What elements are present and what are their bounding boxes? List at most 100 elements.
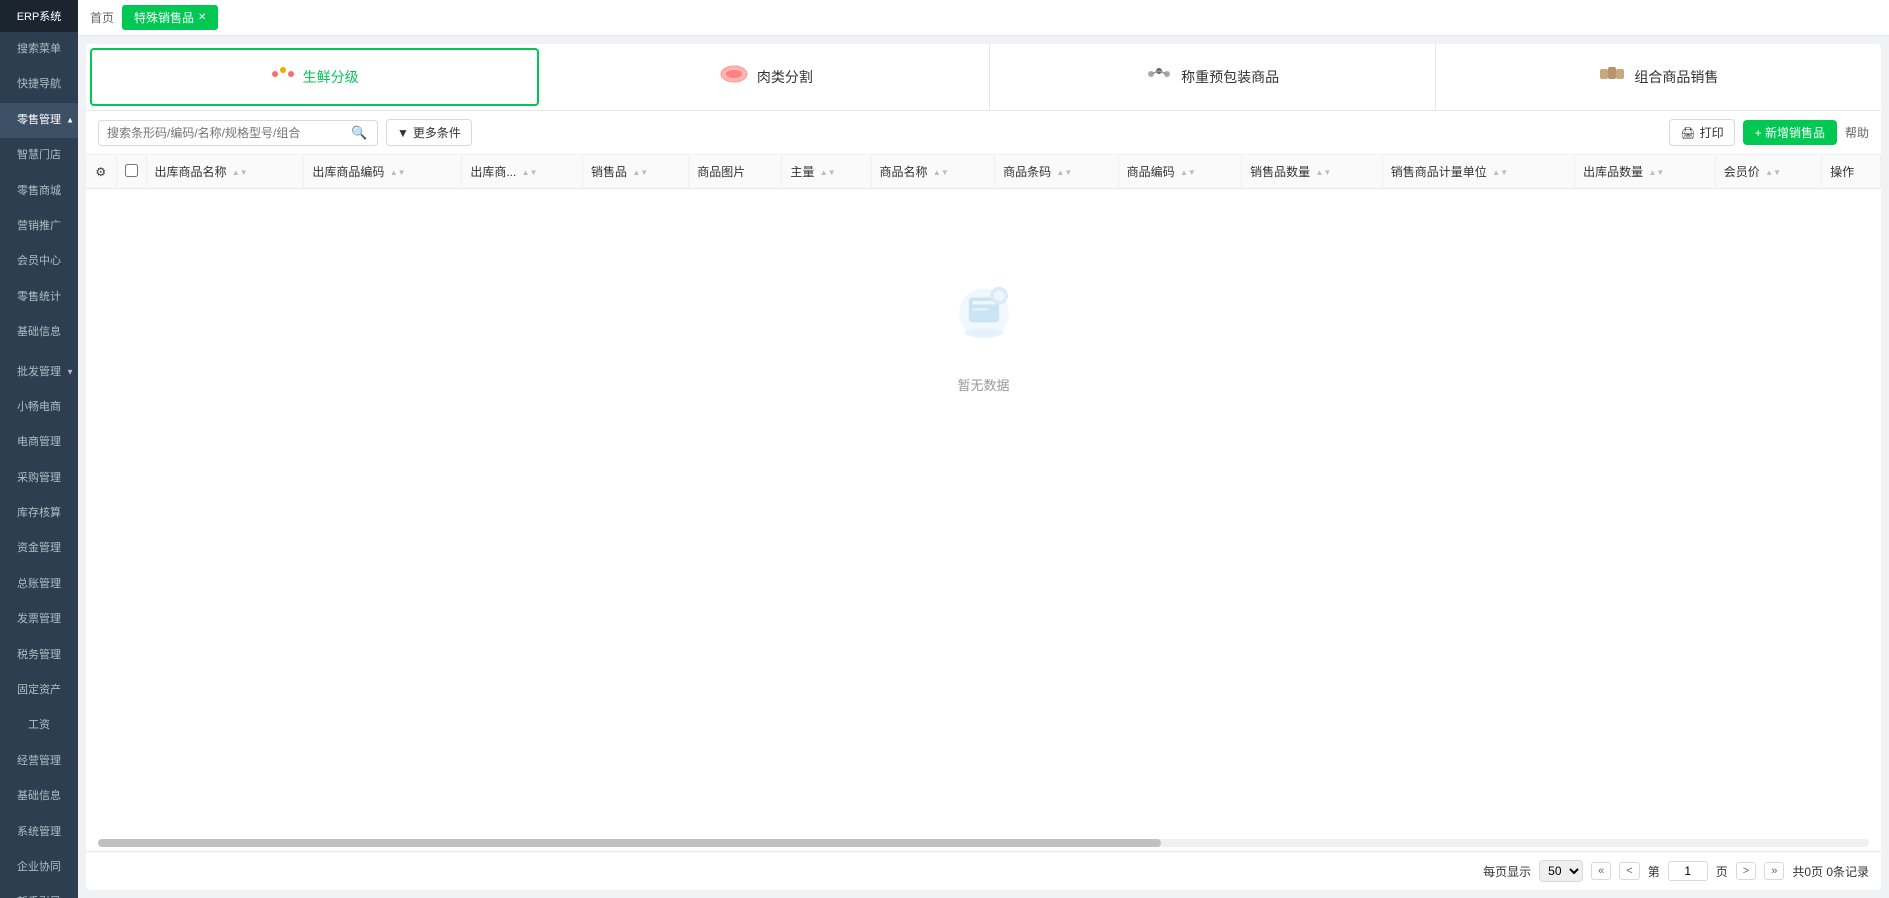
tab-combo-sale-label: 组合商品销售 [1634,67,1718,87]
search-box[interactable]: 🔍 [98,120,378,146]
th-sale-unit[interactable]: 销售商品计量单位 ▲▼ [1382,155,1574,189]
empty-state: 暂无数据 [86,189,1881,474]
close-tab-icon[interactable]: ✕ [198,12,206,23]
th-checkbox[interactable] [116,155,146,189]
sort-arrows-out-name: ▲▼ [232,169,248,177]
page-prefix: 第 [1648,863,1660,880]
topbar-home-link[interactable]: 首页 [90,9,114,26]
sort-arrows-out-code: ▲▼ [390,169,406,177]
meat-cut-icon [719,63,749,91]
sidebar-item-member-center[interactable]: 会员中心 [0,244,78,279]
printer-icon: 🖨 [1680,126,1695,140]
table-wrapper: ⚙ 出库商品名称 ▲▼ 出库商品编码 ▲▼ 出库 [86,155,1881,835]
sidebar-item-finance-mgmt[interactable]: 资金管理 [0,531,78,566]
top-bar: 首页 特殊销售品 ✕ [78,0,1889,36]
tab-weight-package-label: 称重预包装商品 [1181,67,1279,87]
weight-package-icon [1145,63,1173,91]
data-table: ⚙ 出库商品名称 ▲▼ 出库商品编码 ▲▼ 出库 [86,155,1881,189]
sort-arrows-main-unit: ▲▼ [820,169,836,177]
sort-arrows-member-price: ▲▼ [1765,169,1781,177]
filter-button[interactable]: ▼ 更多条件 [386,119,472,146]
sidebar-item-smart-store[interactable]: 智慧门店 [0,138,78,173]
first-page-button[interactable]: « [1591,862,1611,880]
sort-arrows-sale-qty: ▲▼ [1315,169,1331,177]
sidebar-item-wholesale-mgmt[interactable]: 批发管理 [0,355,78,390]
sidebar-item-mini-ecom[interactable]: 小畅电商 [0,390,78,425]
total-count: 共0页 0条记录 [1792,863,1869,880]
sidebar-item-salary[interactable]: 工资 [0,708,78,743]
sidebar-item-tax-mgmt[interactable]: 税务管理 [0,638,78,673]
sidebar-item-ops-mgmt[interactable]: 经营管理 [0,744,78,779]
sidebar-item-quick-nav[interactable]: 快捷导航 [0,67,78,102]
sidebar-item-search-menu[interactable]: 搜索菜单 [0,32,78,67]
page-number-input[interactable] [1668,861,1708,881]
sidebar-item-basic-info2[interactable]: 基础信息 [0,779,78,814]
sidebar-item-ecom-mgmt[interactable]: 电商管理 [0,425,78,460]
sort-arrows-sale-item: ▲▼ [632,169,648,177]
sidebar-item-ledger-mgmt[interactable]: 总账管理 [0,567,78,602]
th-product-code[interactable]: 商品编码 ▲▼ [1118,155,1242,189]
category-tabs: 生鲜分级 肉类分割 [86,44,1881,111]
empty-state-text: 暂无数据 [957,375,1009,394]
sort-arrows-product-name: ▲▼ [933,169,949,177]
th-product-img[interactable]: 商品图片 [689,155,782,189]
add-product-button[interactable]: + 新增销售品 [1743,120,1837,145]
th-barcode[interactable]: 商品条码 ▲▼ [995,155,1119,189]
tab-meat-cut[interactable]: 肉类分割 [543,44,989,110]
next-page-button[interactable]: > [1736,862,1756,880]
search-icon[interactable]: 🔍 [351,125,367,141]
help-button[interactable]: 帮助 [1845,124,1869,141]
combo-sale-icon [1598,63,1626,91]
th-member-price[interactable]: 会员价 ▲▼ [1715,155,1821,189]
tab-combo-sale[interactable]: 组合商品销售 [1436,44,1881,110]
toolbar: 🔍 ▼ 更多条件 🖨 打印 + 新增销售品 帮助 [86,111,1881,155]
sidebar-item-fixed-assets[interactable]: 固定资产 [0,673,78,708]
sidebar-item-basic-info[interactable]: 基础信息 [0,315,78,350]
sidebar-item-new-guide[interactable]: 新手引导 [0,885,78,898]
last-page-button[interactable]: » [1764,862,1784,880]
sidebar-item-purchase-mgmt[interactable]: 采购管理 [0,461,78,496]
th-product-name[interactable]: 商品名称 ▲▼ [871,155,995,189]
pagination: 每页显示 50 « < 第 页 > » 共0页 0条记录 [86,851,1881,890]
th-out-qty[interactable]: 出库品数量 ▲▼ [1575,155,1716,189]
sidebar-item-biz-agreement[interactable]: 企业协同 [0,850,78,885]
app-logo: ERP系统 [0,0,78,32]
print-button[interactable]: 🖨 打印 [1669,119,1734,146]
main-content: 首页 特殊销售品 ✕ 生鲜分级 [78,0,1889,898]
tab-fresh-grade[interactable]: 生鲜分级 [90,48,539,106]
tab-meat-cut-label: 肉类分割 [757,67,813,87]
sidebar-item-retail-mall[interactable]: 零售商城 [0,174,78,209]
th-out-code[interactable]: 出库商品编码 ▲▼ [304,155,462,189]
th-main-unit[interactable]: 主量 ▲▼ [782,155,871,189]
sort-arrows-sale-unit: ▲▼ [1492,169,1508,177]
th-sale-item[interactable]: 销售品 ▲▼ [582,155,688,189]
sort-arrows-product-code: ▲▼ [1180,169,1196,177]
th-operations: 操作 [1822,155,1881,189]
sidebar: ERP系统 搜索菜单 快捷导航 零售管理 智慧门店 零售商城 营销推广 会员中心… [0,0,78,898]
th-sale-qty[interactable]: 销售品数量 ▲▼ [1242,155,1383,189]
sidebar-item-sales-promo[interactable]: 营销推广 [0,209,78,244]
per-page-select[interactable]: 50 [1539,860,1583,882]
th-settings[interactable]: ⚙ [86,155,116,189]
prev-page-button[interactable]: < [1619,862,1639,880]
per-page-label: 每页显示 [1483,863,1531,880]
search-input[interactable] [107,126,347,140]
horizontal-scrollbar[interactable] [98,839,1869,847]
sort-arrows-barcode: ▲▼ [1056,169,1072,177]
th-out-spec[interactable]: 出库商... ▲▼ [462,155,583,189]
select-all-checkbox[interactable] [125,164,138,177]
topbar-current-tab[interactable]: 特殊销售品 ✕ [122,5,218,30]
tab-weight-package[interactable]: 称重预包装商品 [990,44,1436,110]
sidebar-item-stock-calc[interactable]: 库存核算 [0,496,78,531]
sidebar-item-invoice-mgmt[interactable]: 发票管理 [0,602,78,637]
page-body: 生鲜分级 肉类分割 [86,44,1881,890]
scrollbar-thumb[interactable] [98,839,1161,847]
fresh-grade-icon [271,64,295,90]
sidebar-item-sys-mgmt[interactable]: 系统管理 [0,815,78,850]
sort-arrows-out-qty: ▲▼ [1648,169,1664,177]
filter-icon: ▼ [397,126,409,140]
sidebar-item-retail-stats[interactable]: 零售统计 [0,280,78,315]
sidebar-item-retail-mgmt[interactable]: 零售管理 [0,103,78,138]
sort-arrows-out-spec: ▲▼ [522,169,538,177]
th-out-name[interactable]: 出库商品名称 ▲▼ [146,155,304,189]
